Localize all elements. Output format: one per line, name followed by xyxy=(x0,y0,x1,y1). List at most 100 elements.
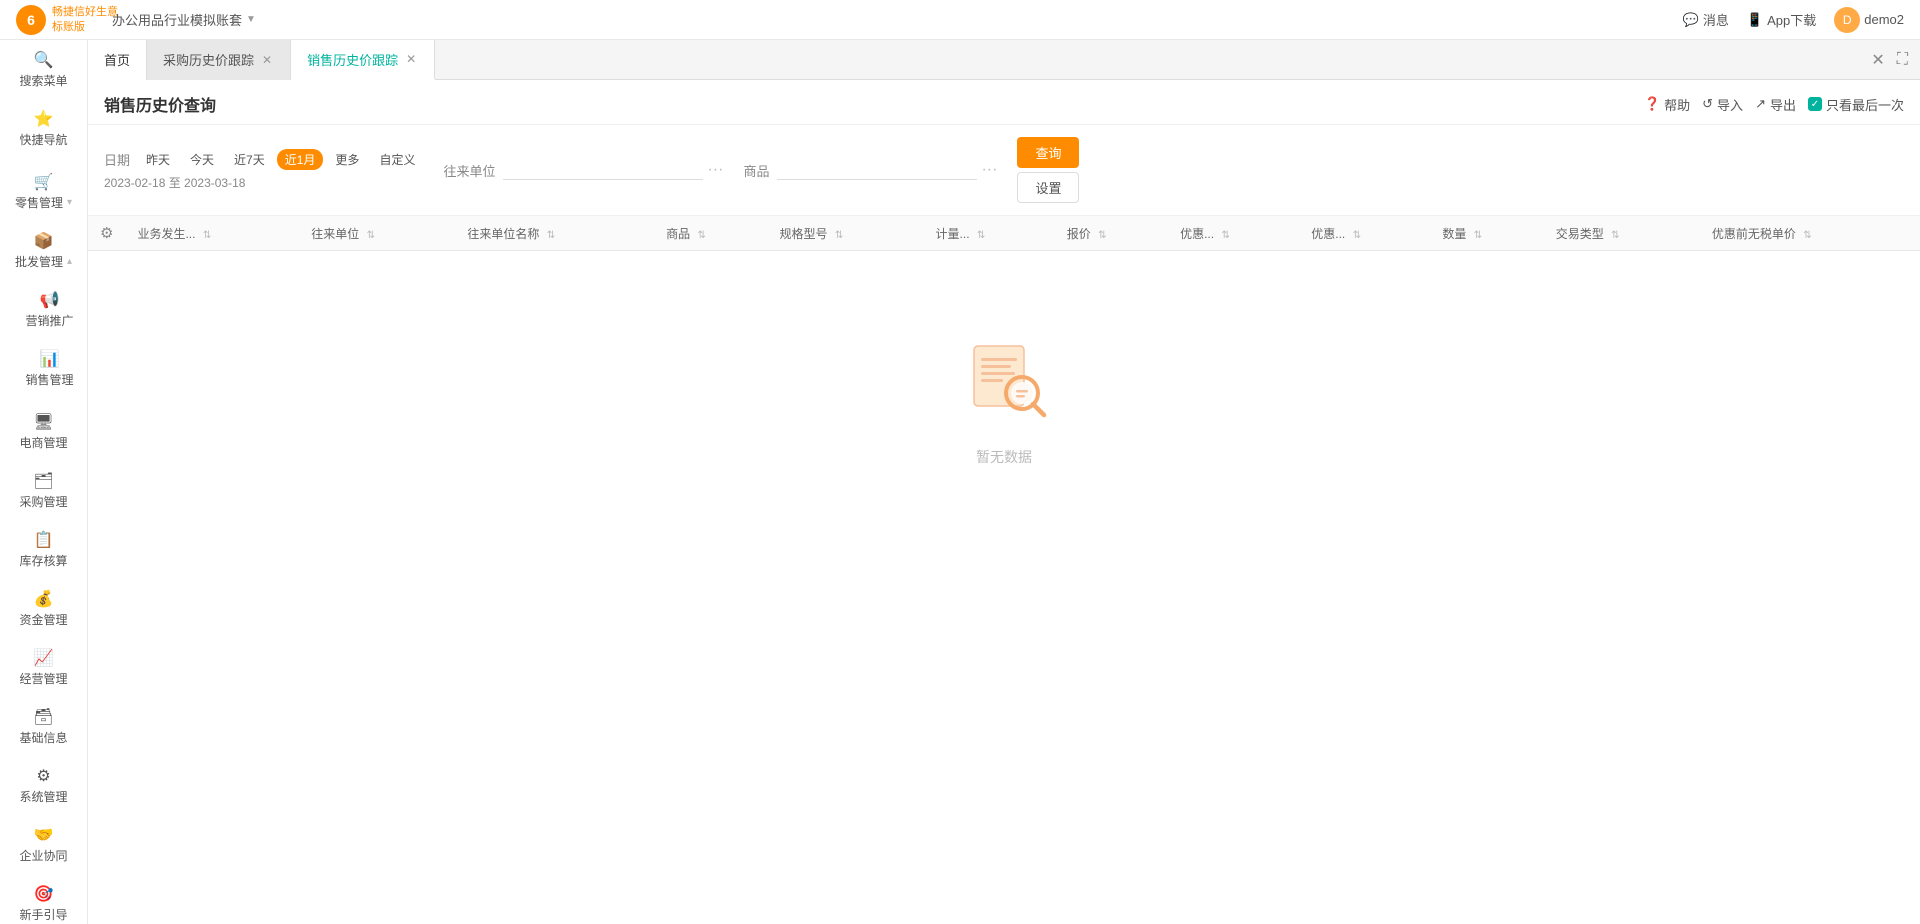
help-action[interactable]: ❓ 帮助 xyxy=(1644,95,1690,114)
sidebar-item-ecommerce-mgmt[interactable]: 🖥 电商管理 xyxy=(0,402,87,461)
tab-close-all-icon[interactable]: ✕ xyxy=(1867,46,1888,74)
marketing-icon: 📢 xyxy=(40,290,60,310)
app-download-action[interactable]: 📱 App下载 xyxy=(1747,10,1816,29)
export-action[interactable]: ↗ 导出 xyxy=(1755,95,1796,114)
export-icon: ↗ xyxy=(1755,96,1766,112)
header-left: 6 畅捷信好生意 标账版 办公用品行业模拟账套 ▼ xyxy=(16,5,256,35)
import-action[interactable]: ↺ 导入 xyxy=(1702,95,1743,114)
partner-picker-icon[interactable]: ··· xyxy=(707,161,723,179)
sidebar-item-search-menu[interactable]: 🔍 搜索菜单 xyxy=(0,40,87,99)
sort-biz-date-icon[interactable]: ⇅ xyxy=(203,230,211,241)
settings-button[interactable]: 设置 xyxy=(1017,172,1079,203)
sidebar-item-inventory-calc[interactable]: 📋 库存核算 xyxy=(0,520,87,579)
sidebar-label-basic-info: 基础信息 xyxy=(19,729,67,746)
user-menu[interactable]: D demo2 xyxy=(1834,7,1904,33)
last-one-only-checkbox[interactable]: ✓ xyxy=(1808,97,1822,111)
col-discount2: 优惠... ⇅ xyxy=(1299,216,1430,251)
sort-partner-name-icon[interactable]: ⇅ xyxy=(547,230,555,241)
col-quantity: 数量 ⇅ xyxy=(1430,216,1543,251)
date-chip-yesterday[interactable]: 昨天 xyxy=(138,149,178,170)
retail-icon: 🛒 xyxy=(34,172,54,192)
sidebar-item-marketing-promo[interactable]: 📢 营销推广 xyxy=(0,280,87,339)
tab-purchase-history[interactable]: 采购历史价跟踪 ✕ xyxy=(147,40,291,80)
sidebar-item-sales-mgmt[interactable]: 📊 销售管理 xyxy=(0,339,87,398)
partner-input[interactable] xyxy=(503,160,703,180)
sidebar-label-wholesale-mgmt: 批发管理 xyxy=(15,253,63,270)
basic-info-icon: 🗃 xyxy=(33,707,53,727)
data-table: ⚙ 业务发生... ⇅ 往来单位 ⇅ 往来单位名称 ⇅ xyxy=(88,216,1920,251)
tab-sales-history[interactable]: 销售历史价跟踪 ✕ xyxy=(291,40,435,80)
date-chip-1month[interactable]: 近1月 xyxy=(277,149,324,170)
col-biz-date-label: 业务发生... xyxy=(137,227,195,241)
sort-discount1-icon[interactable]: ⇅ xyxy=(1221,230,1229,241)
sidebar-item-purchase-mgmt[interactable]: 🗂 采购管理 xyxy=(0,461,87,520)
sidebar-label-system-mgmt: 系统管理 xyxy=(19,788,67,805)
date-chip-custom[interactable]: 自定义 xyxy=(371,149,423,170)
table-container: ⚙ 业务发生... ⇅ 往来单位 ⇅ 往来单位名称 ⇅ xyxy=(88,216,1920,547)
table-settings-icon[interactable]: ⚙ xyxy=(100,225,113,242)
message-action[interactable]: 💬 消息 xyxy=(1683,10,1729,29)
sort-unit-icon[interactable]: ⇅ xyxy=(977,230,985,241)
col-settings: ⚙ xyxy=(88,216,125,251)
tab-fullscreen-icon[interactable]: ⛶ xyxy=(1893,47,1912,73)
sidebar-item-operations-mgmt[interactable]: 📈 经营管理 xyxy=(0,638,87,697)
app-download-label: App下载 xyxy=(1767,10,1816,29)
sidebar-label-retail-mgmt: 零售管理 xyxy=(15,194,63,211)
col-trade-type: 交易类型 ⇅ xyxy=(1544,216,1700,251)
sidebar-item-basic-info[interactable]: 🗃 基础信息 xyxy=(0,697,87,756)
tab-sales-history-close[interactable]: ✕ xyxy=(404,52,418,66)
query-button[interactable]: 查询 xyxy=(1017,137,1079,168)
last-one-only-toggle[interactable]: ✓ 只看最后一次 xyxy=(1808,95,1904,114)
col-trade-type-label: 交易类型 xyxy=(1556,227,1604,241)
sort-product-icon[interactable]: ⇅ xyxy=(697,230,705,241)
empty-state: 暂无数据 xyxy=(88,251,1920,547)
workspace-selector[interactable]: 办公用品行业模拟账套 ▼ xyxy=(112,10,256,29)
sort-pre-discount-price-icon[interactable]: ⇅ xyxy=(1803,230,1811,241)
sidebar-item-finance-mgmt[interactable]: 💰 资金管理 xyxy=(0,579,87,638)
col-biz-date: 业务发生... ⇅ xyxy=(125,216,299,251)
sidebar-item-system-mgmt[interactable]: ⚙ 系统管理 xyxy=(0,756,87,815)
sort-partner-code-icon[interactable]: ⇅ xyxy=(367,230,375,241)
wholesale-icon: 📦 xyxy=(34,231,54,251)
tab-bar-actions: ✕ ⛶ xyxy=(1867,46,1920,74)
product-picker-icon[interactable]: ··· xyxy=(981,161,997,179)
export-label: 导出 xyxy=(1770,95,1796,114)
sort-trade-type-icon[interactable]: ⇅ xyxy=(1611,230,1619,241)
col-spec-label: 规格型号 xyxy=(779,227,827,241)
sort-discount2-icon[interactable]: ⇅ xyxy=(1353,230,1361,241)
partner-input-group: ··· xyxy=(503,160,723,180)
date-range-display: 2023-02-18 至 2023-03-18 xyxy=(104,174,423,191)
sidebar-item-wholesale-mgmt[interactable]: 📦 批发管理 ▴ xyxy=(0,221,87,280)
ecommerce-icon: 🖥 xyxy=(33,412,53,432)
date-chip-more[interactable]: 更多 xyxy=(327,149,367,170)
col-quantity-label: 数量 xyxy=(1442,227,1466,241)
col-unit-label: 计量... xyxy=(936,227,970,241)
sidebar-item-retail-mgmt[interactable]: 🛒 零售管理 ▾ xyxy=(0,162,87,221)
sidebar-label-new-guide: 新手引导 xyxy=(19,906,67,923)
search-icon: 🔍 xyxy=(34,50,54,70)
date-chip-last7[interactable]: 近7天 xyxy=(226,149,273,170)
col-partner-code: 往来单位 ⇅ xyxy=(299,216,455,251)
date-chip-today[interactable]: 今天 xyxy=(182,149,222,170)
star-icon: ⭐ xyxy=(34,109,54,129)
logo-text: 畅捷信好生意 标账版 xyxy=(52,5,118,34)
date-filter-label: 日期 xyxy=(104,150,130,169)
tab-purchase-history-close[interactable]: ✕ xyxy=(260,53,274,67)
sidebar-item-enterprise-coop[interactable]: 🤝 企业协同 xyxy=(0,815,87,874)
sort-quote-icon[interactable]: ⇅ xyxy=(1098,230,1106,241)
col-partner-name-label: 往来单位名称 xyxy=(467,227,539,241)
last-one-only-label: 只看最后一次 xyxy=(1826,95,1904,114)
table-header-row: ⚙ 业务发生... ⇅ 往来单位 ⇅ 往来单位名称 ⇅ xyxy=(88,216,1920,251)
sort-quantity-icon[interactable]: ⇅ xyxy=(1474,230,1482,241)
sidebar-item-new-guide[interactable]: 🎯 新手引导 xyxy=(0,874,87,924)
system-icon: ⚙ xyxy=(36,766,50,786)
product-input[interactable] xyxy=(777,160,977,180)
wholesale-chevron-icon: ▴ xyxy=(67,256,72,267)
page-actions: ❓ 帮助 ↺ 导入 ↗ 导出 ✓ 只看最后一次 xyxy=(1644,95,1904,114)
col-pre-discount-price: 优惠前无税单价 ⇅ xyxy=(1700,216,1920,251)
sort-spec-icon[interactable]: ⇅ xyxy=(835,230,843,241)
tab-home[interactable]: 首页 xyxy=(88,40,147,80)
sidebar-item-quick-nav[interactable]: ⭐ 快捷导航 xyxy=(0,99,87,158)
partner-filter-group: 往来单位 ··· xyxy=(443,160,723,180)
col-discount2-label: 优惠... xyxy=(1311,227,1345,241)
